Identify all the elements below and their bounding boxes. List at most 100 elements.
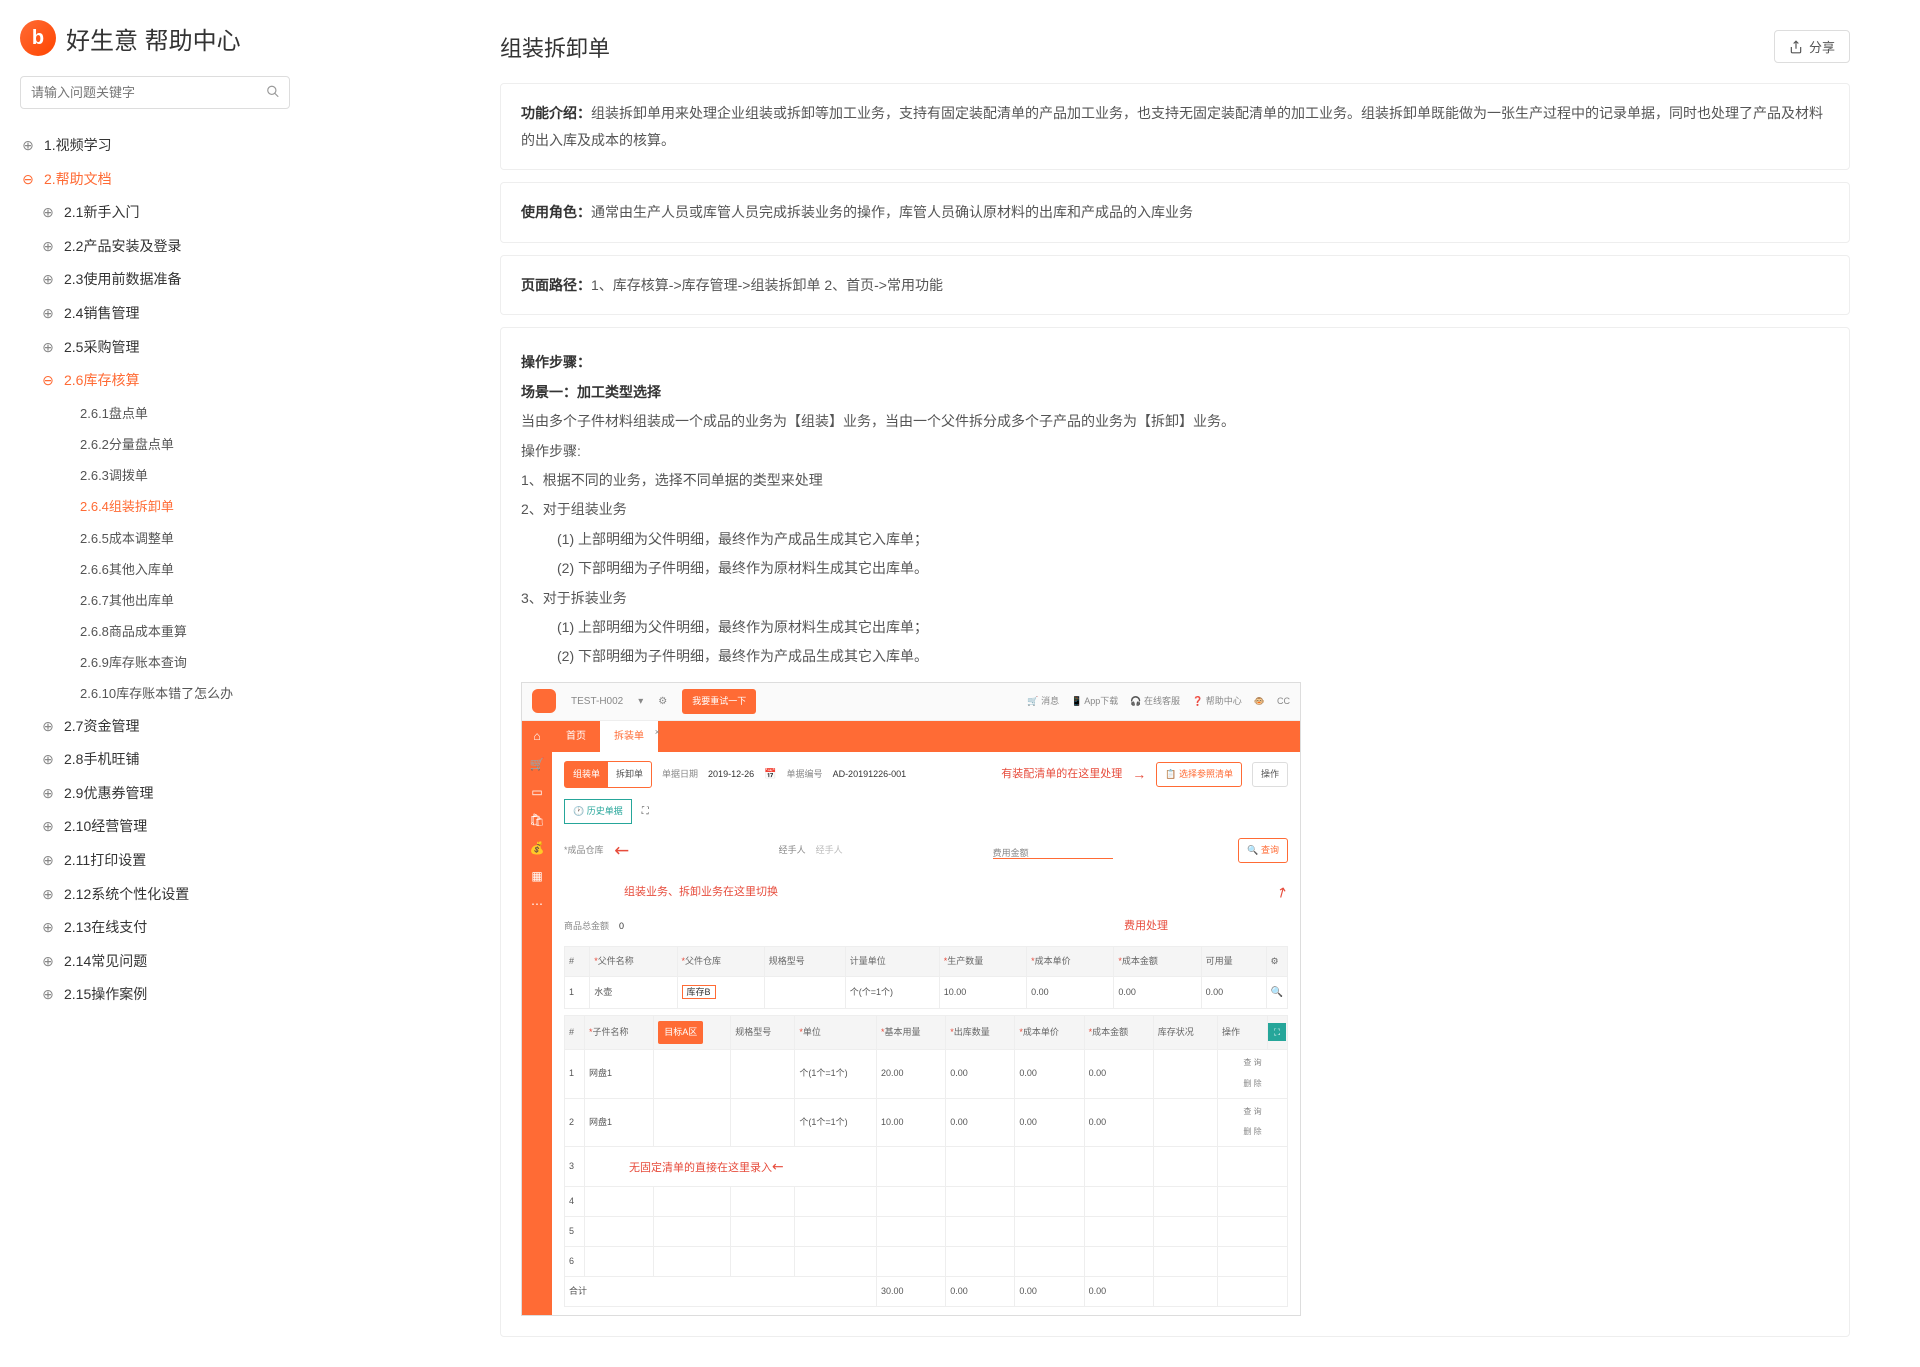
arrow-icon: ↗ bbox=[1270, 877, 1295, 908]
share-icon bbox=[1789, 40, 1803, 54]
plus-icon: ⊕ bbox=[40, 718, 56, 734]
plus-icon: ⊕ bbox=[40, 752, 56, 768]
fee-input[interactable]: 费用金额 bbox=[993, 843, 1113, 859]
role-text: 通常由生产人员或库管人员完成拆装业务的操作，库管人员确认原材料的出库和产成品的入… bbox=[591, 204, 1193, 220]
more-icon[interactable]: ⋯ bbox=[529, 897, 545, 913]
plus-icon: ⊕ bbox=[40, 987, 56, 1003]
nav-item-2-14[interactable]: ⊕2.14常见问题 bbox=[20, 945, 290, 979]
pick-list-button[interactable]: 📋 选择参照清单 bbox=[1156, 762, 1242, 787]
ss-retry-button[interactable]: 我要重试一下 bbox=[682, 689, 756, 714]
step2-1: (1) 上部明细为父件明细，最终作为产成品生成其它入库单； bbox=[521, 525, 1829, 554]
arrow-icon: → bbox=[1132, 760, 1146, 789]
cart-icon[interactable]: 🛒 消息 bbox=[1027, 692, 1059, 711]
gear-icon: ⚙ bbox=[658, 691, 667, 712]
nav-item-video[interactable]: ⊕1.视频学习 bbox=[20, 129, 290, 163]
nav-item-2-9[interactable]: ⊕2.9优惠券管理 bbox=[20, 777, 290, 811]
table-row[interactable]: 5 bbox=[565, 1217, 1288, 1247]
steps-label: 操作步骤： bbox=[521, 354, 591, 370]
role-box: 使用角色：通常由生产人员或库管人员完成拆装业务的操作，库管人员确认原材料的出库和… bbox=[500, 182, 1850, 243]
th-parent-wh: *父件仓库 bbox=[677, 947, 764, 977]
nav-item-2-15[interactable]: ⊕2.15操作案例 bbox=[20, 978, 290, 1012]
table-row[interactable]: 4 bbox=[565, 1187, 1288, 1217]
table-row[interactable]: 2网盘1 个(1个=1个) 10.00 0.00 0.00 0.00 查 询删 … bbox=[565, 1098, 1288, 1147]
nav-item-2-1[interactable]: ⊕2.1新手入门 bbox=[20, 196, 290, 230]
nav-item-2-6[interactable]: ⊖2.6库存核算 bbox=[20, 364, 290, 398]
home-icon[interactable]: ⌂ bbox=[529, 729, 545, 745]
expand-icon[interactable]: ⛶ bbox=[1268, 1023, 1286, 1041]
share-button[interactable]: 分享 bbox=[1774, 30, 1850, 63]
nav-item-2-6-4[interactable]: 2.6.4组装拆卸单 bbox=[20, 491, 290, 522]
minus-icon: ⊖ bbox=[40, 373, 56, 389]
view-link[interactable]: 查 询 bbox=[1243, 1104, 1261, 1121]
table-row[interactable]: 1 水壶 库存B 个(个=1个) 10.00 0.00 0.00 0.00 bbox=[565, 977, 1288, 1009]
nav-item-2-8[interactable]: ⊕2.8手机旺铺 bbox=[20, 743, 290, 777]
nav-item-2-6-3[interactable]: 2.6.3调拨单 bbox=[20, 460, 290, 491]
operate-button[interactable]: 操作 bbox=[1252, 762, 1288, 787]
nav-item-2-13[interactable]: ⊕2.13在线支付 bbox=[20, 911, 290, 945]
annotation-2: 组装业务、拆卸业务在这里切换 bbox=[624, 881, 778, 904]
role-label: 使用角色： bbox=[521, 204, 591, 220]
path-text: 1、库存核算->库存管理->组装拆卸单 2、首页->常用功能 bbox=[591, 277, 943, 293]
th-no: # bbox=[565, 1016, 585, 1050]
plus-icon: ⊕ bbox=[40, 339, 56, 355]
bag-icon[interactable]: 🛍 bbox=[529, 813, 545, 829]
nav-item-2-11[interactable]: ⊕2.11打印设置 bbox=[20, 844, 290, 878]
nav-item-2-7[interactable]: ⊕2.7资金管理 bbox=[20, 710, 290, 744]
nav-item-2-6-10[interactable]: 2.6.10库存账本错了怎么办 bbox=[20, 678, 290, 709]
help-center-link[interactable]: ❓ 帮助中心 bbox=[1192, 692, 1242, 711]
intro-text: 组装拆卸单用来处理企业组装或拆卸等加工业务，支持有固定装配清单的产品加工业务，也… bbox=[521, 105, 1823, 148]
nav-item-2-6-7[interactable]: 2.6.7其他出库单 bbox=[20, 585, 290, 616]
delete-link[interactable]: 删 除 bbox=[1243, 1124, 1261, 1141]
site-title: 好生意 帮助中心 bbox=[66, 21, 241, 56]
type-radio-group[interactable]: 组装单 拆卸单 bbox=[564, 761, 652, 788]
calendar-icon[interactable]: 📅 bbox=[764, 764, 776, 785]
nav-item-2-6-8[interactable]: 2.6.8商品成本重算 bbox=[20, 616, 290, 647]
plus-icon: ⊕ bbox=[40, 819, 56, 835]
app-download-link[interactable]: 📱 App下载 bbox=[1071, 692, 1118, 711]
nav-item-2-2[interactable]: ⊕2.2产品安装及登录 bbox=[20, 230, 290, 264]
expand-icon[interactable]: ⛶ bbox=[642, 801, 649, 822]
view-link[interactable]: 查 询 bbox=[1243, 1055, 1261, 1072]
search-input[interactable] bbox=[20, 76, 290, 109]
step1: 1、根据不同的业务，选择不同单据的类型来处理 bbox=[521, 466, 1829, 495]
nav-item-2-6-9[interactable]: 2.6.9库存账本查询 bbox=[20, 647, 290, 678]
date-label: 单据日期 bbox=[662, 765, 698, 784]
tab-home[interactable]: 首页 bbox=[552, 721, 600, 752]
close-icon[interactable]: × bbox=[655, 723, 660, 742]
query-button[interactable]: 🔍 查询 bbox=[1238, 838, 1288, 863]
grid-icon[interactable]: ▦ bbox=[529, 869, 545, 885]
nav-item-docs[interactable]: ⊖2.帮助文档 bbox=[20, 163, 290, 197]
totals-row: 合计 30.00 0.00 0.00 0.00 bbox=[565, 1277, 1288, 1307]
search-icon[interactable]: 🔍 bbox=[1271, 987, 1283, 998]
avatar-icon[interactable]: 🐵 bbox=[1254, 692, 1265, 711]
th-no: # bbox=[565, 947, 590, 977]
box-icon[interactable]: ▭ bbox=[529, 785, 545, 801]
nav-item-2-6-5[interactable]: 2.6.5成本调整单 bbox=[20, 523, 290, 554]
nav-item-2-4[interactable]: ⊕2.4销售管理 bbox=[20, 297, 290, 331]
radio-disassemble[interactable]: 拆卸单 bbox=[608, 762, 651, 787]
table-row[interactable]: 3无固定清单的直接在这里录入↖ bbox=[565, 1147, 1288, 1187]
delete-link[interactable]: 删 除 bbox=[1243, 1076, 1261, 1093]
search-box bbox=[20, 76, 290, 109]
online-support-link[interactable]: 🎧 在线客服 bbox=[1130, 692, 1180, 711]
table-row[interactable]: 6 bbox=[565, 1247, 1288, 1277]
nav-item-2-6-1[interactable]: 2.6.1盘点单 bbox=[20, 398, 290, 429]
tab-form[interactable]: 拆装单× bbox=[600, 721, 658, 752]
table-row[interactable]: 1网盘1 个(1个=1个) 20.00 0.00 0.00 0.00 查 询删 … bbox=[565, 1049, 1288, 1098]
nav-item-2-12[interactable]: ⊕2.12系统个性化设置 bbox=[20, 878, 290, 912]
nav-item-2-6-2[interactable]: 2.6.2分量盘点单 bbox=[20, 429, 290, 460]
radio-assemble[interactable]: 组装单 bbox=[565, 762, 608, 787]
nav-item-2-3[interactable]: ⊕2.3使用前数据准备 bbox=[20, 263, 290, 297]
parent-table: # *父件名称 *父件仓库 规格型号 计量单位 *生产数量 *成本单价 *成本金… bbox=[564, 946, 1288, 1009]
cart-icon[interactable]: 🛒 bbox=[529, 757, 545, 773]
search-icon[interactable] bbox=[266, 84, 280, 101]
nav-item-2-6-6[interactable]: 2.6.6其他入库单 bbox=[20, 554, 290, 585]
nav-item-2-10[interactable]: ⊕2.10经营管理 bbox=[20, 810, 290, 844]
cash-icon[interactable]: 💰 bbox=[529, 841, 545, 857]
plus-icon: ⊕ bbox=[40, 205, 56, 221]
history-button[interactable]: 🕐 历史单据 bbox=[564, 799, 632, 824]
nav-item-2-5[interactable]: ⊕2.5采购管理 bbox=[20, 331, 290, 365]
path-box: 页面路径：1、库存核算->库存管理->组装拆卸单 2、首页->常用功能 bbox=[500, 255, 1850, 316]
th-out-qty: *出库数量 bbox=[946, 1016, 1015, 1050]
chevron-down-icon: ▾ bbox=[638, 691, 643, 712]
